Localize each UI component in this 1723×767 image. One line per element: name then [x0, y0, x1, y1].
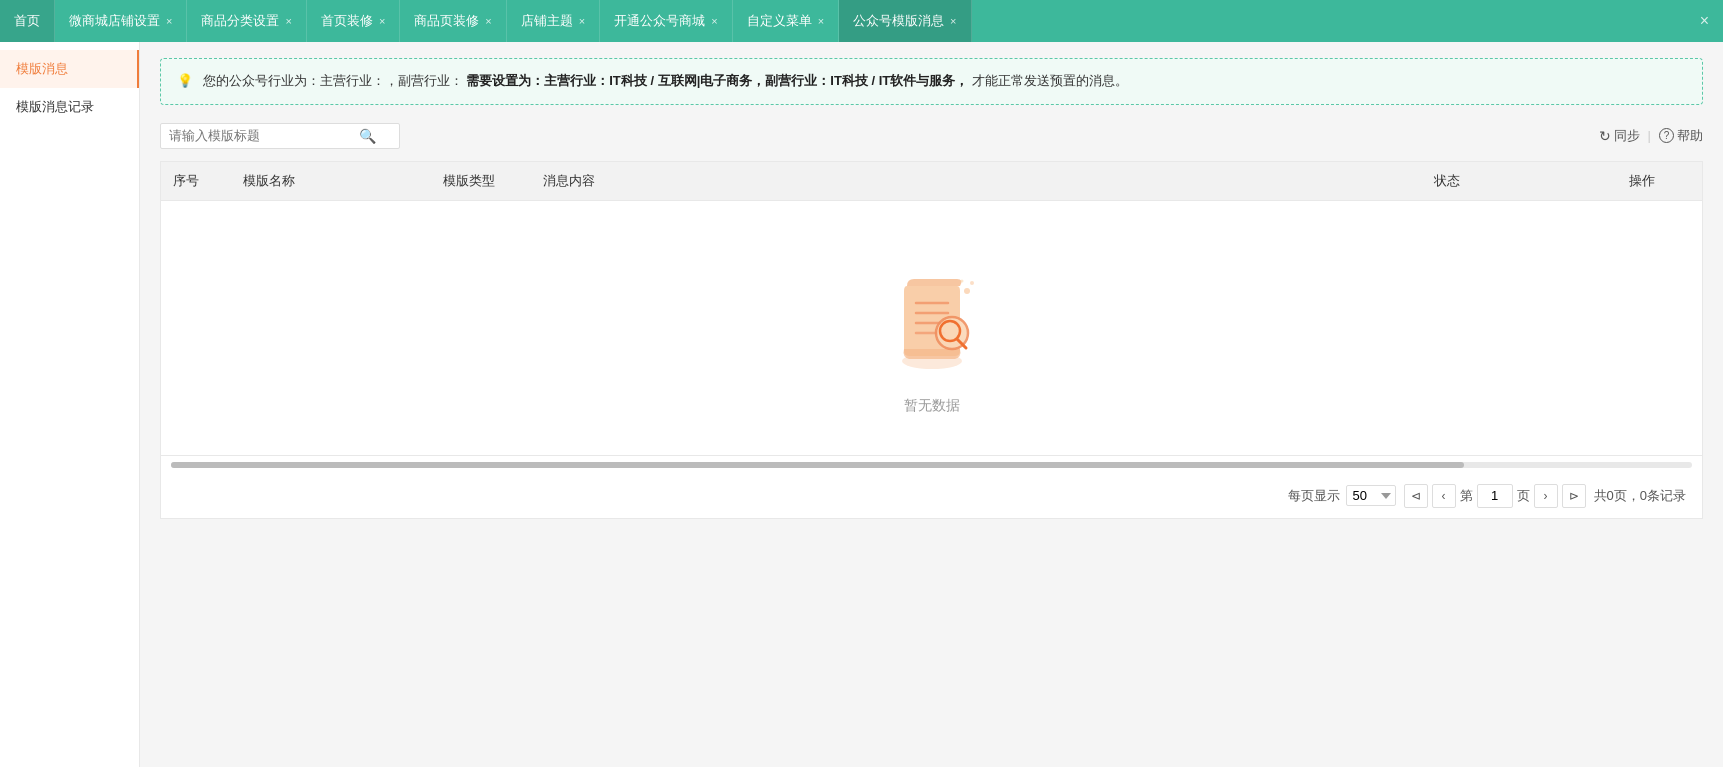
sync-button[interactable]: ↻ 同步: [1599, 127, 1640, 145]
per-page-label: 每页显示: [1288, 487, 1340, 505]
sidebar-item-template-msg[interactable]: 模版消息: [0, 50, 139, 88]
nav-tab-wsc-settings[interactable]: 微商城店铺设置 ×: [55, 0, 187, 42]
last-page-button[interactable]: ⊳: [1562, 484, 1586, 508]
svg-point-8: [964, 288, 970, 294]
page-size-wrap: 每页显示 50 20 100: [1288, 485, 1396, 506]
nav-tab-open-mall[interactable]: 开通公众号商城 ×: [600, 0, 732, 42]
empty-illustration: [872, 261, 992, 381]
nav-tab-product-decor[interactable]: 商品页装修 ×: [400, 0, 506, 42]
search-input-wrap: 🔍: [160, 123, 400, 149]
nav-tab-category[interactable]: 商品分类设置 ×: [187, 0, 306, 42]
divider: |: [1648, 128, 1651, 143]
close-icon[interactable]: ×: [485, 15, 491, 27]
help-button[interactable]: ? 帮助: [1659, 127, 1703, 145]
close-icon[interactable]: ×: [166, 15, 172, 27]
empty-state: 暂无数据: [161, 201, 1702, 455]
close-icon[interactable]: ×: [711, 15, 717, 27]
nav-tab-custom-menu[interactable]: 自定义菜单 ×: [733, 0, 839, 42]
page-total: 共0页，0条记录: [1594, 487, 1686, 505]
sidebar: 模版消息 模版消息记录: [0, 42, 140, 767]
nav-tab-home-decor[interactable]: 首页装修 ×: [307, 0, 400, 42]
th-action: 操作: [1582, 162, 1702, 200]
help-icon: ?: [1659, 128, 1674, 143]
scrollbar-thumb[interactable]: [171, 462, 1464, 468]
th-content: 消息内容: [531, 162, 1422, 200]
close-icon[interactable]: ×: [379, 15, 385, 27]
sync-icon: ↻: [1599, 128, 1611, 144]
main-layout: 模版消息 模版消息记录 💡 您的公众号行业为：主营行业：，副营行业： 需要设置为…: [0, 42, 1723, 767]
svg-point-9: [970, 281, 974, 285]
search-input[interactable]: [169, 128, 359, 143]
data-table: 序号 模版名称 模版类型 消息内容 状态 操作: [160, 161, 1703, 519]
sidebar-item-template-msg-record[interactable]: 模版消息记录: [0, 88, 139, 126]
nav-tab-template-msg[interactable]: 公众号模版消息 ×: [839, 0, 971, 42]
page-unit: 页: [1517, 487, 1530, 505]
scrollbar-track: [171, 462, 1692, 468]
search-bar: 🔍 ↻ 同步 | ? 帮助: [160, 123, 1703, 149]
page-label: 第: [1460, 487, 1473, 505]
close-icon[interactable]: ×: [285, 15, 291, 27]
close-icon[interactable]: ×: [818, 15, 824, 27]
table-header: 序号 模版名称 模版类型 消息内容 状态 操作: [161, 162, 1702, 201]
horizontal-scrollbar[interactable]: [161, 455, 1702, 474]
th-type: 模版类型: [431, 162, 531, 200]
prev-page-button[interactable]: ‹: [1432, 484, 1456, 508]
search-icon[interactable]: 🔍: [359, 128, 376, 144]
first-page-button[interactable]: ⊲: [1404, 484, 1428, 508]
th-name: 模版名称: [231, 162, 431, 200]
nav-tab-home[interactable]: 首页: [0, 0, 55, 42]
search-actions: ↻ 同步 | ? 帮助: [1599, 127, 1703, 145]
close-all-button[interactable]: ×: [1686, 12, 1723, 30]
notice-box: 💡 您的公众号行业为：主营行业：，副营行业： 需要设置为：主营行业：IT科技 /…: [160, 58, 1703, 105]
page-number-input[interactable]: [1477, 484, 1513, 508]
lightbulb-icon: 💡: [177, 73, 193, 88]
next-page-button[interactable]: ›: [1534, 484, 1558, 508]
svg-point-10: [960, 279, 963, 282]
nav-tab-theme[interactable]: 店铺主题 ×: [507, 0, 600, 42]
per-page-select[interactable]: 50 20 100: [1346, 485, 1396, 506]
page-nav: ⊲ ‹ 第 页 › ⊳: [1404, 484, 1586, 508]
main-content: 💡 您的公众号行业为：主营行业：，副营行业： 需要设置为：主营行业：IT科技 /…: [140, 42, 1723, 767]
th-status: 状态: [1422, 162, 1582, 200]
close-icon[interactable]: ×: [579, 15, 585, 27]
pagination: 每页显示 50 20 100 ⊲ ‹ 第 页 › ⊳ 共0页，0条记录: [161, 474, 1702, 518]
notice-suffix: 才能正常发送预置的消息。: [972, 73, 1128, 88]
top-nav: 首页 微商城店铺设置 × 商品分类设置 × 首页装修 × 商品页装修 × 店铺主…: [0, 0, 1723, 42]
th-seq: 序号: [161, 162, 231, 200]
empty-text: 暂无数据: [904, 397, 960, 415]
notice-prefix: 您的公众号行业为：主营行业：，副营行业：: [203, 73, 463, 88]
notice-highlight: 需要设置为：主营行业：IT科技 / 互联网|电子商务，副营行业：IT科技 / I…: [466, 73, 968, 88]
close-icon[interactable]: ×: [950, 15, 956, 27]
